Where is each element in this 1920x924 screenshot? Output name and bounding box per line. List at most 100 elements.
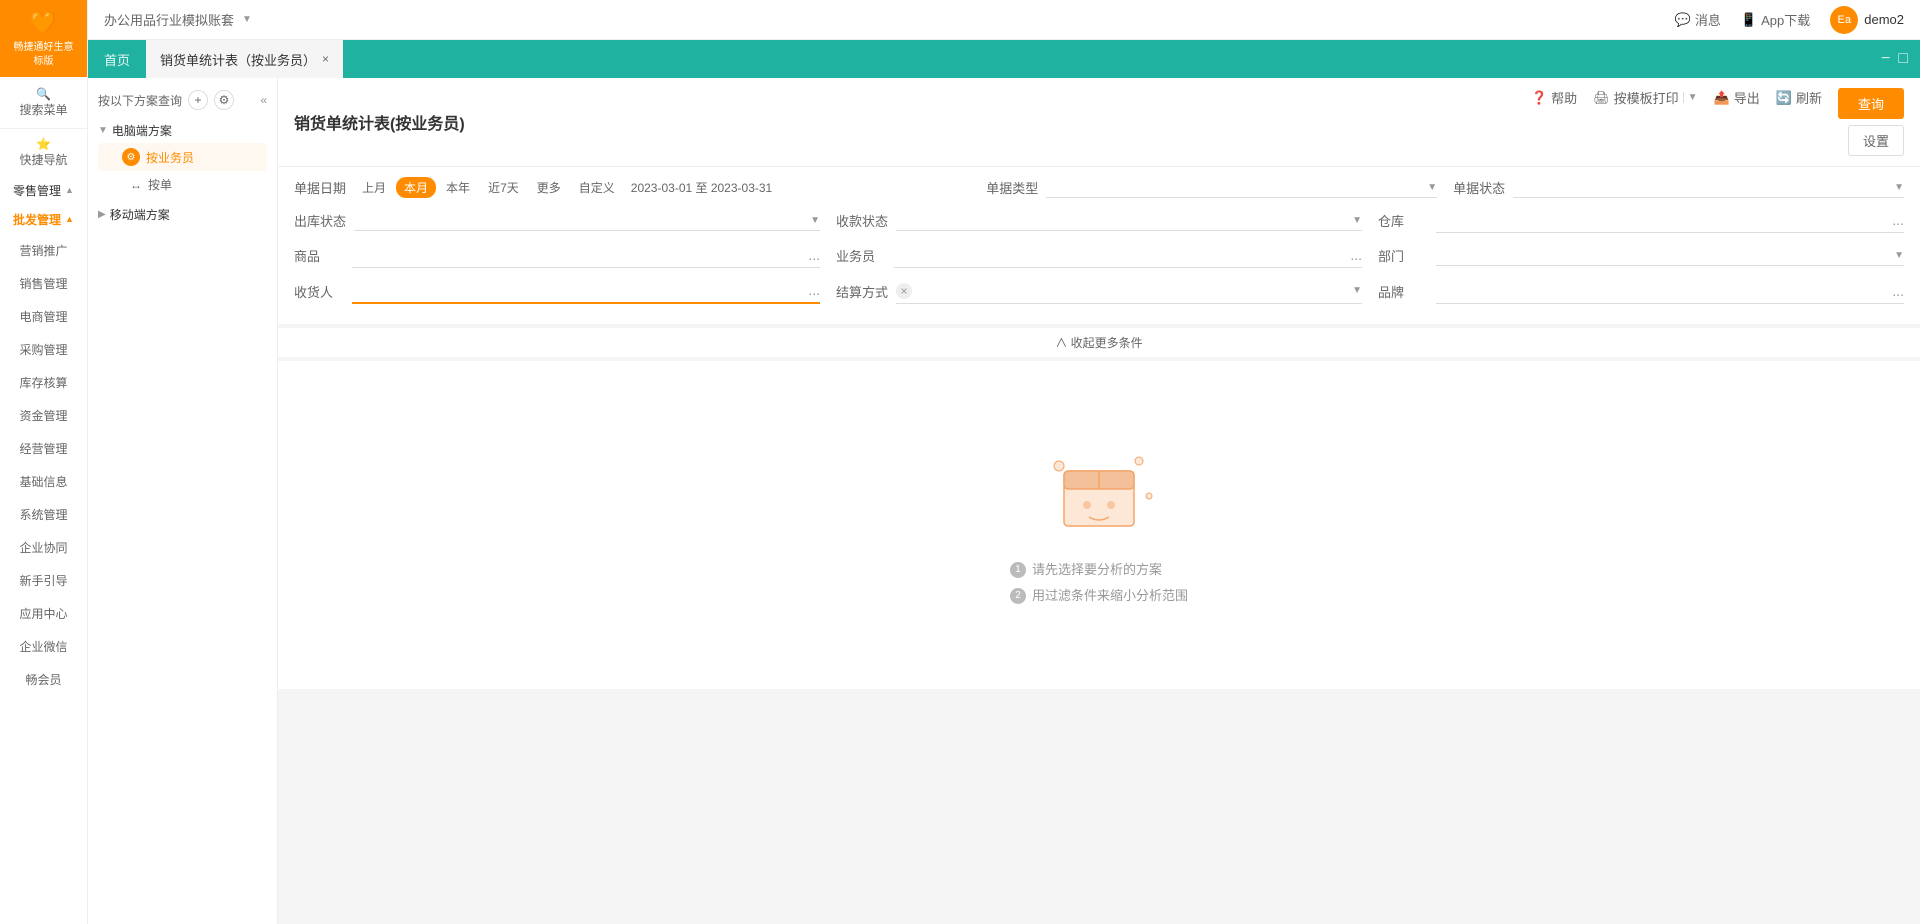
brand-control[interactable]: ... <box>1436 279 1904 304</box>
product-control[interactable]: ... <box>352 243 820 268</box>
pc-group-arrow: ▼ <box>98 125 108 136</box>
warehouse-control[interactable]: ... <box>1436 208 1904 233</box>
filter-doc-status: 单据状态 ▼ <box>1453 178 1904 198</box>
sales-label: 销售管理 <box>0 275 87 292</box>
date-tab-this-month[interactable]: 本月 <box>396 177 436 198</box>
purchase-label: 采购管理 <box>0 341 87 358</box>
app-download-btn[interactable]: 📱 App下载 <box>1741 10 1810 29</box>
logo-text: 畅捷通好生意 标版 <box>4 41 83 69</box>
search-menu[interactable]: 🔍 搜索菜单 <box>0 77 87 129</box>
filter-receive-status: 收款状态 ▼ <box>836 211 1362 231</box>
quick-nav-icon: ⭐ <box>0 137 87 151</box>
help-btn[interactable]: ❓ 帮助 <box>1531 88 1577 107</box>
brand-dots[interactable]: ... <box>1892 283 1904 299</box>
warehouse-label: 仓库 <box>1378 211 1428 230</box>
receiver-dots[interactable]: ... <box>808 282 820 298</box>
plan-item-salesperson[interactable]: ⚙ 按业务员 <box>98 143 267 171</box>
sidebar-item-guide[interactable]: 新手引导 <box>0 564 87 597</box>
tab-home[interactable]: 首页 <box>88 40 146 78</box>
sidebar-item-retail[interactable]: 零售管理 <box>0 176 87 205</box>
product-dots[interactable]: ... <box>808 247 820 263</box>
plan-item-order[interactable]: ↔ 按单 <box>98 171 267 198</box>
add-plan-btn[interactable]: + <box>188 90 208 110</box>
sidebar-item-system[interactable]: 系统管理 <box>0 498 87 531</box>
date-tab-this-year[interactable]: 本年 <box>438 177 478 198</box>
filter-row-1: 单据日期 上月 本月 本年 近7天 更多 自定义 2023-03-01 至 20… <box>294 177 1904 198</box>
receiver-control[interactable]: ... <box>352 278 820 304</box>
settlement-clear-btn[interactable]: × <box>896 283 912 299</box>
sidebar-item-marketing[interactable]: 营销推广 <box>0 234 87 267</box>
date-tab-more[interactable]: 更多 <box>529 177 569 198</box>
sidebar-item-ecommerce[interactable]: 电商管理 <box>0 300 87 333</box>
settings-btn[interactable]: 设置 <box>1848 125 1904 156</box>
print-btn-group: 🖨 按模板打印 ▼ <box>1593 88 1697 107</box>
sidebar-item-enterprise[interactable]: 企业协同 <box>0 531 87 564</box>
doc-type-control[interactable]: ▼ <box>1046 178 1437 198</box>
sidebar-item-sales[interactable]: 销售管理 <box>0 267 87 300</box>
tab-sales-stats[interactable]: 销货单统计表（按业务员） × <box>146 40 343 78</box>
tip-2-num: 2 <box>1010 588 1026 604</box>
main-area: 办公用品行业模拟账套 ▼ 💬 消息 📱 App下载 Ea demo2 首页 <box>88 0 1920 924</box>
filter-receiver: 收货人 ... <box>294 278 820 304</box>
pc-group-title[interactable]: ▼ 电脑端方案 <box>98 118 267 143</box>
avatar-text: Ea <box>1838 14 1851 26</box>
retail-label: 零售管理 <box>13 182 61 199</box>
breadcrumb-dropdown-icon[interactable]: ▼ <box>242 14 252 25</box>
salesperson-dots[interactable]: ... <box>1350 247 1362 263</box>
right-content: 销货单统计表(按业务员) ❓ 帮助 🖨 按模板打印 ▼ <box>278 78 1920 924</box>
date-tab-7days[interactable]: 近7天 <box>480 177 527 198</box>
settings-plan-btn[interactable]: ⚙ <box>214 90 234 110</box>
salesperson-control[interactable]: ... <box>894 243 1362 268</box>
tab-maximize-icon[interactable]: □ <box>1898 50 1908 68</box>
sidebar-item-quick-nav[interactable]: ⭐ 快捷导航 <box>0 129 87 176</box>
mobile-group[interactable]: ▶ 移动端方案 <box>88 202 277 227</box>
message-btn[interactable]: 💬 消息 <box>1675 10 1721 29</box>
receive-status-control[interactable]: ▼ <box>896 211 1362 231</box>
salesperson-label: 业务员 <box>836 246 886 265</box>
export-btn[interactable]: 📤 导出 <box>1714 88 1760 107</box>
warehouse-dots[interactable]: ... <box>1892 212 1904 228</box>
doc-status-control[interactable]: ▼ <box>1513 178 1904 198</box>
tip-2: 2 用过滤条件来缩小分析范围 <box>1010 583 1188 609</box>
tab-close-icon[interactable]: × <box>322 52 329 66</box>
sidebar-item-inventory[interactable]: 库存核算 <box>0 366 87 399</box>
plan-item-label: 按业务员 <box>146 149 194 166</box>
sidebar-item-finance[interactable]: 资金管理 <box>0 399 87 432</box>
print-btn[interactable]: 🖨 按模板打印 <box>1593 88 1683 107</box>
sidebar-item-operations[interactable]: 经营管理 <box>0 432 87 465</box>
sidebar-item-basic-info[interactable]: 基础信息 <box>0 465 87 498</box>
wholesale-label: 批发管理 <box>13 211 61 228</box>
out-status-label: 出库状态 <box>294 211 346 230</box>
user-info[interactable]: Ea demo2 <box>1830 6 1904 34</box>
collapse-more-btn[interactable]: ∧ 收起更多条件 <box>1055 336 1142 350</box>
search-label: 搜索菜单 <box>0 101 87 118</box>
guide-label: 新手引导 <box>0 572 87 589</box>
collapse-bar: ∧ 收起更多条件 <box>278 328 1920 357</box>
sidebar-item-purchase[interactable]: 采购管理 <box>0 333 87 366</box>
sidebar: 🧡 畅捷通好生意 标版 🔍 搜索菜单 ⭐ 快捷导航 零售管理 批发管理 ▲ 营销… <box>0 0 88 924</box>
panel-header-label: 按以下方案查询 <box>98 92 182 109</box>
receive-status-arrow: ▼ <box>1352 215 1362 226</box>
query-btn[interactable]: 查询 <box>1838 88 1904 119</box>
basic-info-label: 基础信息 <box>0 473 87 490</box>
sidebar-item-app-center[interactable]: 应用中心 <box>0 597 87 630</box>
date-tab-custom[interactable]: 自定义 <box>571 177 623 198</box>
breadcrumb-area: 办公用品行业模拟账套 ▼ <box>104 10 252 29</box>
refresh-btn[interactable]: 🔄 刷新 <box>1776 88 1822 107</box>
panel-collapse-btn[interactable]: « <box>260 93 267 107</box>
print-dropdown-arrow[interactable]: ▼ <box>1683 92 1698 103</box>
settlement-control[interactable]: × ▼ <box>896 279 1362 304</box>
sidebar-item-wholesale[interactable]: 批发管理 ▲ <box>0 205 87 234</box>
sidebar-item-member[interactable]: 畅会员 <box>0 663 87 696</box>
operations-label: 经营管理 <box>0 440 87 457</box>
date-tab-last-month[interactable]: 上月 <box>354 177 394 198</box>
home-label: 首页 <box>104 50 130 69</box>
out-status-control[interactable]: ▼ <box>354 211 820 231</box>
sidebar-item-wechat[interactable]: 企业微信 <box>0 630 87 663</box>
message-label: 消息 <box>1695 10 1721 29</box>
tab-pin-icon[interactable]: − <box>1881 50 1890 68</box>
app-center-label: 应用中心 <box>0 605 87 622</box>
department-arrow: ▼ <box>1894 250 1904 261</box>
department-control[interactable]: ▼ <box>1436 246 1904 266</box>
filter-warehouse: 仓库 ... <box>1378 208 1904 233</box>
